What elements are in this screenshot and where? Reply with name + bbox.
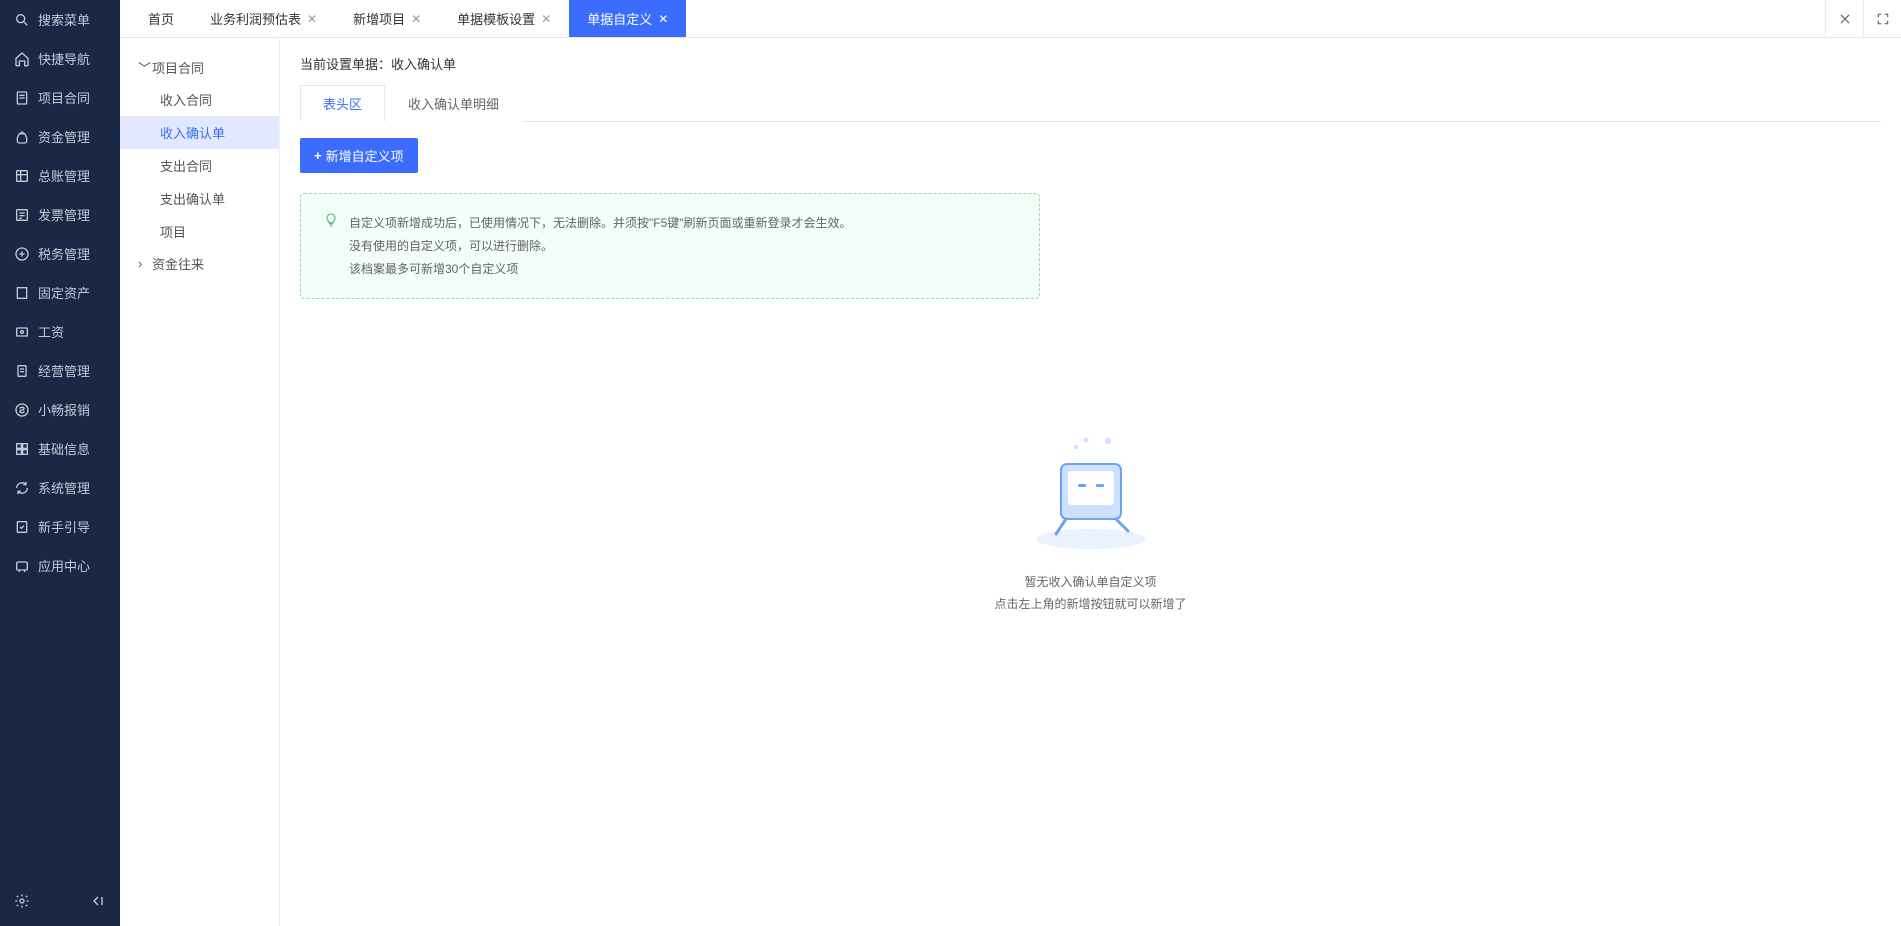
sidebar-item-xiaochang[interactable]: 小畅报销 — [0, 390, 120, 429]
content-tab-detail[interactable]: 收入确认单明细 — [385, 85, 522, 122]
sidebar: 搜索菜单 快捷导航 项目合同 资金管理 总账管理 发票管理 — [0, 0, 120, 926]
close-icon[interactable]: ✕ — [411, 12, 421, 26]
sidebar-item-label: 资金管理 — [38, 127, 90, 146]
add-button-label: 新增自定义项 — [326, 146, 404, 165]
sidebar-item-invoice[interactable]: 发票管理 — [0, 195, 120, 234]
sidebar-item-label: 经营管理 — [38, 361, 90, 380]
current-bill-name: 收入确认单 — [391, 57, 456, 72]
settings-button[interactable] — [14, 893, 30, 912]
content-tabs: 表头区 收入确认单明细 — [300, 85, 1881, 122]
tree-item-expense-contract[interactable]: 支出合同 — [120, 149, 279, 182]
lightbulb-icon — [323, 212, 339, 280]
sidebar-item-label: 应用中心 — [38, 556, 90, 575]
sidebar-item-basic-info[interactable]: 基础信息 — [0, 429, 120, 468]
sidebar-item-label: 发票管理 — [38, 205, 90, 224]
close-icon[interactable]: ✕ — [307, 12, 317, 26]
sidebar-item-label: 税务管理 — [38, 244, 90, 263]
info-grid-icon — [14, 441, 30, 457]
sidebar-item-label: 项目合同 — [38, 88, 90, 107]
tax-icon — [14, 246, 30, 262]
tree-group-label: 资金往来 — [152, 254, 204, 273]
category-tree: ﹀ 项目合同 收入合同 收入确认单 支出合同 支出确认单 项目 › 资金往来 — [120, 38, 280, 926]
tab-label: 新增项目 — [353, 9, 405, 28]
chevron-down-icon: ﹀ — [138, 58, 148, 77]
tree-item-income-contract[interactable]: 收入合同 — [120, 83, 279, 116]
sidebar-item-label: 固定资产 — [38, 283, 90, 302]
tab-profit-estimate[interactable]: 业务利润预估表 ✕ — [192, 0, 335, 37]
tip-line-3: 该档案最多可新增30个自定义项 — [349, 258, 852, 281]
tab-new-project[interactable]: 新增项目 ✕ — [335, 0, 439, 37]
main: 首页 业务利润预估表 ✕ 新增项目 ✕ 单据模板设置 ✕ 单据自定义 ✕ ﹀ 项目合同 … — [120, 0, 1901, 926]
tab-label: 业务利润预估表 — [210, 9, 301, 28]
close-icon[interactable]: ✕ — [541, 12, 551, 26]
close-icon[interactable]: ✕ — [658, 12, 668, 26]
current-bill-label: 当前设置单据：收入确认单 — [300, 54, 1881, 73]
ledger-icon — [14, 168, 30, 184]
add-custom-field-button[interactable]: + 新增自定义项 — [300, 138, 418, 173]
sidebar-item-label: 系统管理 — [38, 478, 90, 497]
sidebar-item-label: 总账管理 — [38, 166, 90, 185]
content-area: 当前设置单据：收入确认单 表头区 收入确认单明细 + 新增自定义项 自定义项新增… — [280, 38, 1901, 926]
money-bag-icon — [14, 129, 30, 145]
sidebar-item-fixed-assets[interactable]: 固定资产 — [0, 273, 120, 312]
refresh-icon — [14, 480, 30, 496]
home-icon — [14, 51, 30, 67]
xiaochang-icon — [14, 402, 30, 418]
tip-line-2: 没有使用的自定义项，可以进行删除。 — [349, 235, 852, 258]
sidebar-item-tax[interactable]: 税务管理 — [0, 234, 120, 273]
chevron-right-icon: › — [138, 256, 148, 271]
empty-illustration — [1016, 419, 1166, 554]
sidebar-item-app-center[interactable]: 应用中心 — [0, 546, 120, 585]
sidebar-item-label: 工资 — [38, 322, 64, 341]
sidebar-item-business-manage[interactable]: 经营管理 — [0, 351, 120, 390]
plus-icon: + — [314, 148, 322, 163]
sidebar-item-label: 新手引导 — [38, 517, 90, 536]
content-tab-header-area[interactable]: 表头区 — [300, 85, 385, 122]
invoice-icon — [14, 207, 30, 223]
empty-state: 暂无收入确认单自定义项 点击左上角的新增按钮就可以新增了 — [300, 299, 1881, 615]
sidebar-item-funds[interactable]: 资金管理 — [0, 117, 120, 156]
clipboard-icon — [14, 363, 30, 379]
empty-title: 暂无收入确认单自定义项 — [300, 572, 1881, 594]
sidebar-item-label: 小畅报销 — [38, 400, 90, 419]
sidebar-item-quick-nav[interactable]: 快捷导航 — [0, 39, 120, 78]
sidebar-item-label: 基础信息 — [38, 439, 90, 458]
building-icon — [14, 285, 30, 301]
tip-box: 自定义项新增成功后，已使用情况下，无法删除。并须按"F5键"刷新页面或重新登录才… — [300, 193, 1040, 299]
close-all-tabs-button[interactable] — [1825, 0, 1863, 38]
tab-label: 单据模板设置 — [457, 9, 535, 28]
sidebar-item-guide[interactable]: 新手引导 — [0, 507, 120, 546]
salary-icon — [14, 324, 30, 340]
guide-icon — [14, 519, 30, 535]
tab-home[interactable]: 首页 — [130, 0, 192, 37]
fullscreen-button[interactable] — [1863, 0, 1901, 38]
tab-bar: 首页 业务利润预估表 ✕ 新增项目 ✕ 单据模板设置 ✕ 单据自定义 ✕ — [120, 0, 1901, 38]
sidebar-item-general-ledger[interactable]: 总账管理 — [0, 156, 120, 195]
search-icon — [14, 12, 30, 28]
sidebar-item-label: 快捷导航 — [38, 49, 90, 68]
tab-bill-template[interactable]: 单据模板设置 ✕ — [439, 0, 569, 37]
current-bill-prefix: 当前设置单据： — [300, 57, 391, 72]
document-icon — [14, 90, 30, 106]
tree-item-expense-confirm[interactable]: 支出确认单 — [120, 182, 279, 215]
tab-bill-custom[interactable]: 单据自定义 ✕ — [569, 0, 686, 37]
collapse-sidebar-button[interactable] — [90, 893, 106, 912]
tab-label: 单据自定义 — [587, 9, 652, 28]
app-center-icon — [14, 558, 30, 574]
tab-label: 首页 — [148, 9, 174, 28]
sidebar-search-menu[interactable]: 搜索菜单 — [0, 0, 120, 39]
sidebar-item-system[interactable]: 系统管理 — [0, 468, 120, 507]
sidebar-item-salary[interactable]: 工资 — [0, 312, 120, 351]
empty-subtitle: 点击左上角的新增按钮就可以新增了 — [300, 594, 1881, 616]
tree-group-fund-transfer[interactable]: › 资金往来 — [120, 248, 279, 279]
tree-group-project-contract[interactable]: ﹀ 项目合同 — [120, 52, 279, 83]
sidebar-item-project-contract[interactable]: 项目合同 — [0, 78, 120, 117]
tree-group-label: 项目合同 — [152, 58, 204, 77]
tip-line-1: 自定义项新增成功后，已使用情况下，无法删除。并须按"F5键"刷新页面或重新登录才… — [349, 212, 852, 235]
tree-item-project[interactable]: 项目 — [120, 215, 279, 248]
sidebar-search-label: 搜索菜单 — [38, 10, 90, 29]
tree-item-income-confirm[interactable]: 收入确认单 — [120, 116, 279, 149]
